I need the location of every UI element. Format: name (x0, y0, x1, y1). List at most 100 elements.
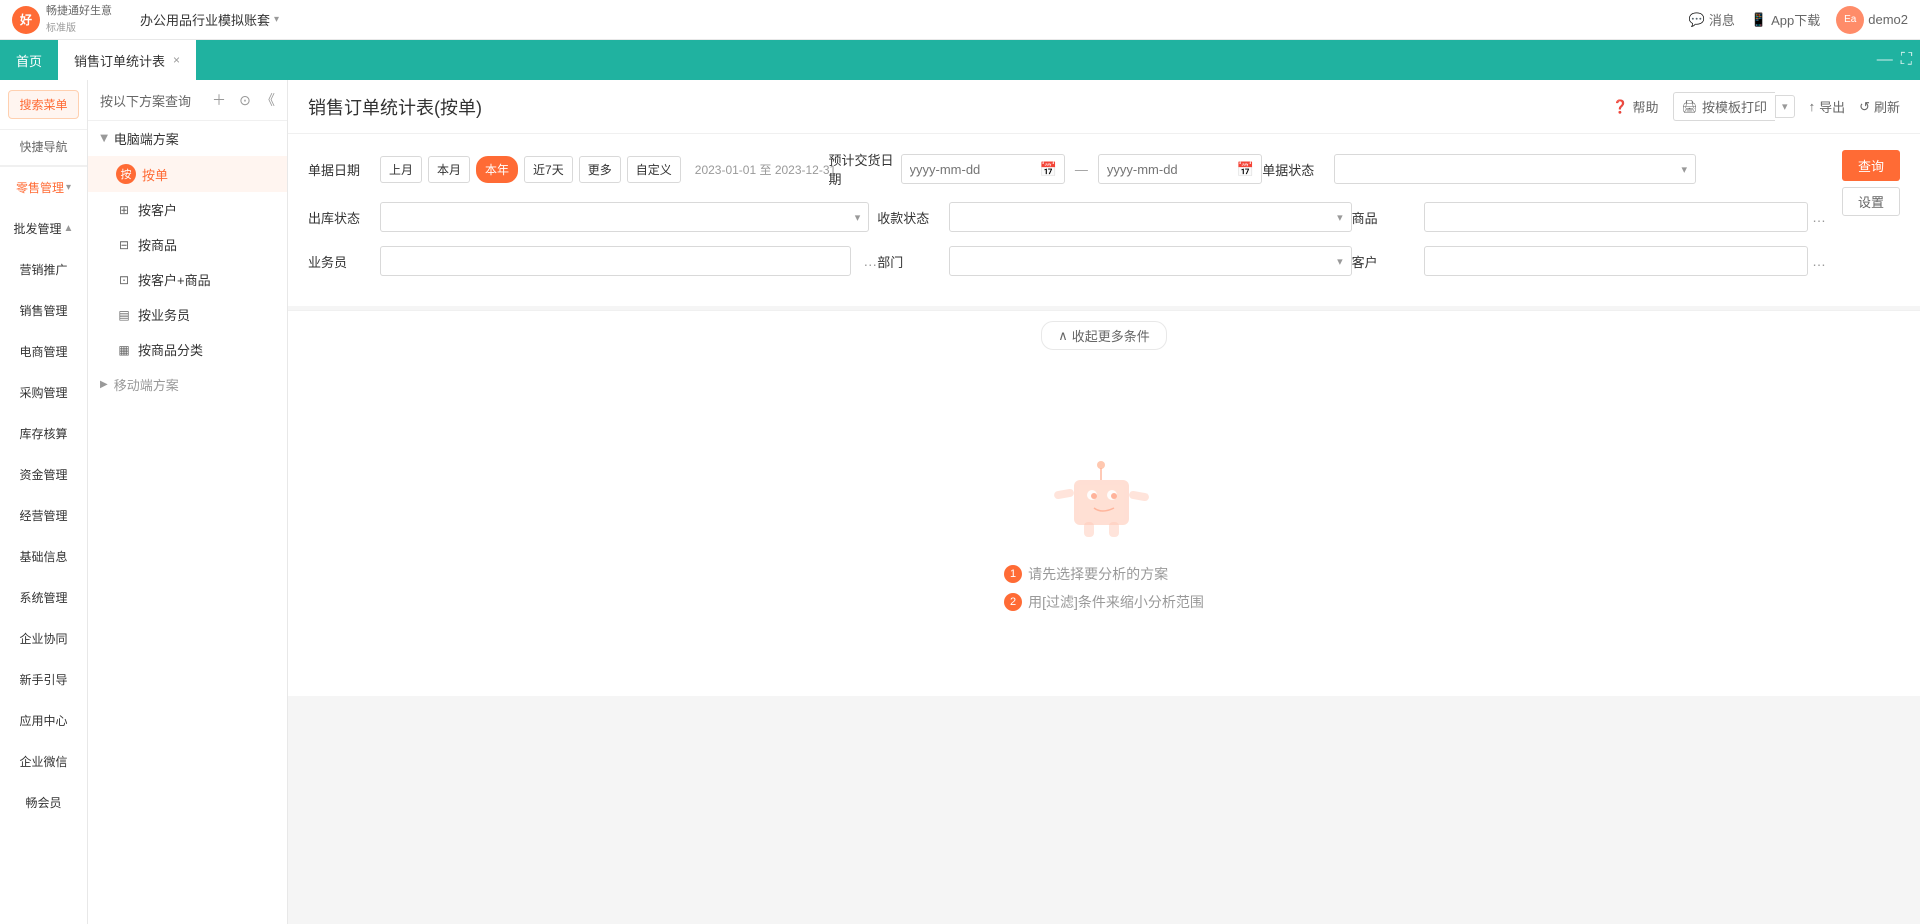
sidebar-item-inventory[interactable]: 库存核算 (0, 413, 87, 454)
filter-panel: 销售订单统计表(按单) ❓ 帮助 🖨 按模板打印 ▾ ↑ (288, 80, 1920, 924)
date-btn-last-7[interactable]: 近7天 (524, 156, 573, 183)
sidebar-item-purchase[interactable]: 采购管理 (0, 372, 87, 413)
sidebar-item-operations[interactable]: 经营管理 (0, 495, 87, 536)
export-button[interactable]: ↑ 导出 (1809, 97, 1846, 116)
calendar-start-icon[interactable]: 📅 (1039, 161, 1056, 178)
filter-section: 单据日期 上月 本月 本年 近7天 更多 自定义 2023-01-01 至 20… (288, 134, 1920, 306)
scheme-item-by-product-category[interactable]: ▦ 按商品分类 (88, 332, 287, 367)
out-status-label: 出库状态 (308, 208, 380, 227)
ecommerce-label: 电商管理 (19, 343, 67, 360)
payment-status-select[interactable]: ▾ (949, 202, 1351, 232)
collapse-bar[interactable]: ∧ 收起更多条件 (288, 310, 1920, 360)
filter-action-buttons: 查询 设置 (1842, 150, 1900, 216)
scheme-group-pc-arrow: ▶ (98, 135, 109, 143)
scheme-item-by-customer-product[interactable]: ⊡ 按客户+商品 (88, 262, 287, 297)
scheme-item-by-product[interactable]: ⊟ 按商品 (88, 227, 287, 262)
sidebar-item-ecommerce[interactable]: 电商管理 (0, 331, 87, 372)
status-select[interactable]: ▾ (1334, 154, 1696, 184)
app-download-label: App下载 (1771, 10, 1820, 29)
filter-out-status-cell: 出库状态 ▾ (308, 202, 877, 232)
department-select[interactable]: ▾ (949, 246, 1351, 276)
customer-label: 客户 (1352, 252, 1424, 271)
scheme-item-by-order-label: 按单 (142, 165, 168, 184)
filter-fields: 单据日期 上月 本月 本年 近7天 更多 自定义 2023-01-01 至 20… (308, 150, 1826, 290)
print-label: 按模板打印 (1702, 97, 1767, 116)
scheme-item-by-salesperson[interactable]: ▤ 按业务员 (88, 297, 287, 332)
sidebar-item-sales[interactable]: 销售管理 (0, 290, 87, 331)
scheme-item-by-salesperson-label: 按业务员 (138, 305, 190, 324)
tab-close-button[interactable]: × (173, 53, 180, 67)
sidebar-item-retail[interactable]: 零售管理 ▾ (0, 167, 87, 208)
scheme-collapse-button[interactable]: 《 (261, 90, 275, 110)
scheme-item-by-product-label: 按商品 (138, 235, 177, 254)
basic-label: 基础信息 (19, 548, 67, 565)
company-selector[interactable]: 办公用品行业模拟账套 ▾ (140, 10, 279, 29)
settings-button[interactable]: 设置 (1842, 187, 1900, 216)
date-btn-last-month[interactable]: 上月 (380, 156, 422, 183)
customer-ellipsis[interactable]: … (1812, 253, 1826, 269)
scheme-item-by-customer-label: 按客户 (138, 200, 177, 219)
date-btn-this-month[interactable]: 本月 (428, 156, 470, 183)
sidebar-item-newbie[interactable]: 新手引导 (0, 659, 87, 700)
sidebar-item-system[interactable]: 系统管理 (0, 577, 87, 618)
calendar-end-icon[interactable]: 📅 (1237, 161, 1254, 178)
sidebar-item-basic[interactable]: 基础信息 (0, 536, 87, 577)
empty-hint-num-1: 1 (1004, 565, 1022, 583)
sidebar-item-member[interactable]: 畅会员 (0, 782, 87, 823)
app-download-button[interactable]: 📱 App下载 (1751, 10, 1820, 29)
user-name: demo2 (1868, 12, 1908, 27)
sidebar-item-wechat[interactable]: 企业微信 (0, 741, 87, 782)
tab-maximize-button[interactable]: ⛶ (1901, 51, 1912, 69)
sidebar-item-enterprise[interactable]: 企业协同 (0, 618, 87, 659)
company-dropdown-arrow: ▾ (274, 14, 279, 25)
product-input[interactable] (1424, 202, 1808, 232)
sidebar-item-apps[interactable]: 应用中心 (0, 700, 87, 741)
scheme-item-by-customer[interactable]: ⊞ 按客户 (88, 192, 287, 227)
scheme-settings-icon[interactable]: ⊙ (235, 90, 255, 110)
scheme-header-actions: ＋ ⊙ 《 (209, 90, 275, 110)
product-ellipsis[interactable]: … (1812, 209, 1826, 225)
filter-row-1: 单据日期 上月 本月 本年 近7天 更多 自定义 2023-01-01 至 20… (308, 150, 1826, 188)
export-icon: ↑ (1809, 99, 1816, 114)
date-btn-custom[interactable]: 自定义 (627, 156, 681, 183)
date-btn-more[interactable]: 更多 (579, 156, 621, 183)
filter-row-2: 出库状态 ▾ 收款状态 ▾ (308, 202, 1826, 232)
tab-sales-order-stats[interactable]: 销售订单统计表 × (58, 40, 196, 80)
scheme-group-pc: ▶ 电脑端方案 按 按单 ⊞ 按客户 ⊟ 按商品 (88, 121, 287, 367)
product-label: 商品 (1352, 208, 1424, 227)
query-button[interactable]: 查询 (1842, 150, 1900, 181)
empty-text: 1 请先选择要分析的方案 2 用[过滤]条件来缩小分析范围 (1004, 560, 1204, 616)
tab-minimize-button[interactable]: — (1877, 51, 1893, 69)
filter-customer-cell: 客户 … (1352, 246, 1826, 276)
expected-date-end-wrapper: 📅 (1098, 154, 1262, 184)
help-button[interactable]: ❓ 帮助 (1612, 97, 1658, 116)
salesperson-ellipsis[interactable]: … (863, 253, 877, 269)
sidebar-item-wholesale[interactable]: 批发管理 ▲ (0, 208, 87, 249)
scheme-group-mobile[interactable]: ▶ 移动端方案 (88, 367, 287, 402)
filter-date-cell: 单据日期 上月 本月 本年 近7天 更多 自定义 2023-01-01 至 20… (308, 156, 829, 183)
empty-hint-num-2: 2 (1004, 593, 1022, 611)
print-button[interactable]: 🖨 按模板打印 (1673, 92, 1776, 121)
scheme-item-by-order[interactable]: 按 按单 (88, 156, 287, 192)
messages-button[interactable]: 💬 消息 (1689, 10, 1735, 29)
retail-label: 零售管理 (16, 179, 64, 196)
newbie-label: 新手引导 (19, 671, 67, 688)
print-dropdown-arrow[interactable]: ▾ (1775, 95, 1795, 118)
main-layout: 搜索菜单 快捷导航 零售管理 ▾ 批发管理 ▲ 营销推广 销售管理 电商管理 采… (0, 80, 1920, 924)
search-menu-label: 搜索菜单 (19, 98, 67, 112)
out-status-select[interactable]: ▾ (380, 202, 869, 232)
search-menu-button[interactable]: 搜索菜单 (8, 90, 79, 119)
scheme-header: 按以下方案查询 ＋ ⊙ 《 (88, 80, 287, 121)
user-profile[interactable]: Ea demo2 (1836, 6, 1908, 34)
salesperson-input[interactable] (380, 246, 851, 276)
sidebar-quick-nav[interactable]: 快捷导航 (0, 130, 87, 166)
scheme-group-pc-header[interactable]: ▶ 电脑端方案 (88, 121, 287, 156)
sidebar-item-marketing[interactable]: 营销推广 (0, 249, 87, 290)
customer-input[interactable] (1424, 246, 1808, 276)
sidebar-item-finance[interactable]: 资金管理 (0, 454, 87, 495)
page-title: 销售订单统计表(按单) (308, 94, 482, 132)
date-btn-this-year[interactable]: 本年 (476, 156, 518, 183)
scheme-add-icon[interactable]: ＋ (209, 90, 229, 110)
refresh-button[interactable]: ↺ 刷新 (1859, 97, 1900, 116)
tab-home[interactable]: 首页 (0, 40, 58, 80)
